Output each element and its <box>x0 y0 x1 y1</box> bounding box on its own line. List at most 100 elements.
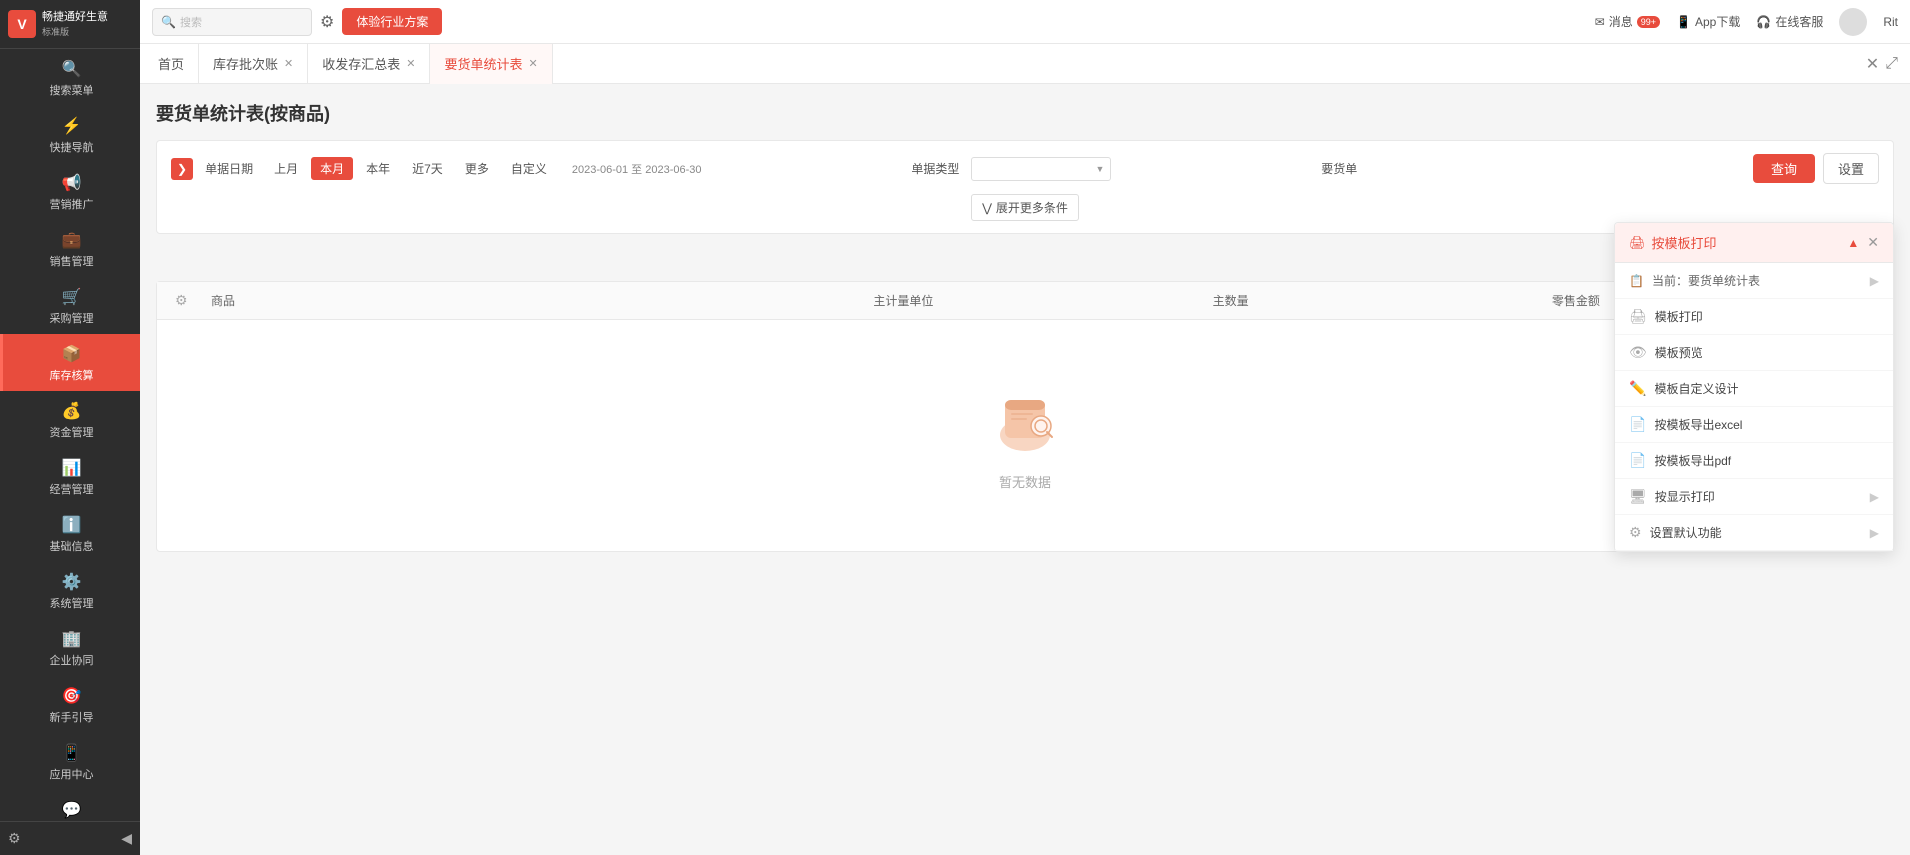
search-icon: 🔍 <box>161 15 176 29</box>
sidebar-item-newbie[interactable]: 🎯新手引导 <box>0 676 140 733</box>
print-menu-export-pdf[interactable]: 📄 按模板导出pdf <box>1615 443 1893 479</box>
export-pdf-icon: 📄 <box>1629 452 1646 469</box>
sidebar-item-enterprise[interactable]: 🏢企业协同 <box>0 619 140 676</box>
expand-filter-button[interactable]: ⋁ 展开更多条件 <box>971 194 1079 221</box>
type-select[interactable] <box>971 157 1111 181</box>
print-menu-default-func[interactable]: ⚙设置默认功能▶ <box>1615 515 1893 551</box>
date-btn-year[interactable]: 本年 <box>357 157 399 180</box>
sidebar-label-shortcut: 快捷导航 <box>50 139 94 155</box>
filter-card: ❯ 单据日期 上月本月本年近7天更多自定义 2023-06-01 至 2023-… <box>156 140 1894 234</box>
sidebar-item-operations[interactable]: 📊经营管理 <box>0 448 140 505</box>
expand-filter-icon: ⋁ <box>982 201 992 215</box>
print-menu-template-print[interactable]: 🖨 模板打印 <box>1615 299 1893 335</box>
sidebar-item-purchase[interactable]: 🛒采购管理 <box>0 277 140 334</box>
date-range-display: 2023-06-01 至 2023-06-30 <box>572 161 702 177</box>
template-custom-icon: ✏️ <box>1629 380 1646 397</box>
empty-text: 暂无数据 <box>999 472 1051 491</box>
sidebar-item-sales[interactable]: 💼销售管理 <box>0 220 140 277</box>
tab-order-stats[interactable]: 要货单统计表 ✕ <box>430 44 552 84</box>
sidebar-label-newbie: 新手引导 <box>50 709 94 725</box>
print-menu-template-preview[interactable]: 👁模板预览 <box>1615 335 1893 371</box>
content-area: 要货单统计表(按商品) ❯ 单据日期 上月本月本年近7天更多自定义 2023-0… <box>140 84 1910 855</box>
query-button[interactable]: 查询 <box>1753 154 1815 183</box>
sales-icon: 💼 <box>62 230 82 250</box>
tab-close-order-stats[interactable]: ✕ <box>529 57 538 70</box>
message-button[interactable]: ✉ 消息 99+ <box>1595 13 1660 30</box>
collapse-icon[interactable]: ◀ <box>121 830 132 847</box>
sidebar-item-marketing[interactable]: 📢营销推广 <box>0 163 140 220</box>
tab-receipt-summary[interactable]: 收发存汇总表✕ <box>308 44 430 84</box>
sidebar-label-appstore: 应用中心 <box>50 766 94 782</box>
display-print-label: 按显示打印 <box>1655 488 1715 505</box>
col-goods: 商品 <box>203 282 865 319</box>
export-pdf-label: 按模板导出pdf <box>1654 452 1731 469</box>
settings-button[interactable]: 设置 <box>1823 153 1879 184</box>
sidebar-item-shortcut[interactable]: ⚡ 快捷导航 <box>0 106 140 163</box>
trial-button[interactable]: 体验行业方案 <box>342 8 442 35</box>
tab-label-order-stats: 要货单统计表 <box>444 54 522 73</box>
date-btn-custom[interactable]: 自定义 <box>502 157 556 180</box>
template-print-label: 模板打印 <box>1655 308 1703 325</box>
wechat-icon: 💬 <box>62 800 82 820</box>
print-menu-template-custom[interactable]: ✏️ 模板自定义设计 <box>1615 371 1893 407</box>
sidebar-item-search[interactable]: 🔍搜索菜单 <box>0 49 140 106</box>
gear-icon[interactable]: ⚙ <box>320 12 334 32</box>
col-settings-icon[interactable]: ⚙ <box>175 292 188 308</box>
current-template-label: 📋 当前：要货单统计表 <box>1629 272 1760 289</box>
username-label: Rit <box>1883 15 1898 29</box>
message-icon: ✉ <box>1595 15 1605 29</box>
date-btn-more[interactable]: 更多 <box>456 157 498 180</box>
close-tab-icon[interactable]: ✕ <box>1866 54 1879 74</box>
print-menu-display-print[interactable]: 🖥按显示打印▶ <box>1615 479 1893 515</box>
date-btn-7days[interactable]: 近7天 <box>403 157 452 180</box>
expand-icon[interactable]: ⤢ <box>1885 55 1898 73</box>
sidebar-item-wechat[interactable]: 💬企业微信 <box>0 790 140 821</box>
export-excel-icon: 📄 <box>1629 416 1646 433</box>
tab-inventory-batch[interactable]: 库存批次账✕ <box>199 44 308 84</box>
online-service-button[interactable]: 🎧 在线客服 <box>1756 13 1823 30</box>
date-btn-current[interactable]: 本月 <box>311 157 353 180</box>
filter-toggle-icon[interactable]: ❯ <box>171 158 193 180</box>
filter-row: ❯ 单据日期 上月本月本年近7天更多自定义 2023-06-01 至 2023-… <box>171 153 1879 184</box>
search-placeholder: 搜索 <box>180 14 202 30</box>
purchase-icon: 🛒 <box>62 287 82 307</box>
system-icon: ⚙️ <box>62 572 82 592</box>
tab-actions: ✕ ⤢ <box>1866 54 1906 74</box>
download-icon: 📱 <box>1676 15 1691 29</box>
main-area: 🔍 搜索 ⚙ 体验行业方案 ✉ 消息 99+ 📱 App下载 🎧 在线客服 Ri… <box>140 0 1910 855</box>
tab-close-inventory-batch[interactable]: ✕ <box>284 57 293 70</box>
finance-icon: 💰 <box>62 401 82 421</box>
display-print-icon: 🖥 <box>1629 488 1647 505</box>
current-arrow-icon[interactable]: ▶ <box>1870 274 1879 288</box>
app-download-button[interactable]: 📱 App下载 <box>1676 13 1740 30</box>
logo-icon: V <box>8 10 36 38</box>
type-filter-label: 单据类型 <box>911 160 959 177</box>
order-type-label: 要货单 <box>1321 160 1357 177</box>
print-dropdown-arrow-icon[interactable]: ▲ <box>1847 236 1859 250</box>
tab-close-receipt-summary[interactable]: ✕ <box>406 57 415 70</box>
print-dropdown-header: 🖨 按模板打印 ▲ ✕ <box>1615 223 1893 263</box>
user-avatar[interactable] <box>1839 8 1867 36</box>
sidebar-item-basic[interactable]: ℹ️基础信息 <box>0 505 140 562</box>
col-check: ⚙ <box>167 282 203 319</box>
shortcut-icon: ⚡ <box>62 116 82 136</box>
sidebar-item-system[interactable]: ⚙️系统管理 <box>0 562 140 619</box>
print-dropdown-close-icon[interactable]: ✕ <box>1867 234 1879 251</box>
app-version: 标准版 <box>42 25 108 38</box>
tab-home[interactable]: 首页 <box>144 44 199 84</box>
sidebar-item-finance[interactable]: 💰资金管理 <box>0 391 140 448</box>
print-menu-export-excel[interactable]: 📄 按模板导出excel <box>1615 407 1893 443</box>
print-dropdown: 🖨 按模板打印 ▲ ✕ 📋 当前：要货单统计表 ▶ 🖨 模板打印 👁模板预览 ✏️ 模板… <box>1614 222 1894 552</box>
sidebar-label-marketing: 营销推广 <box>50 196 94 212</box>
template-custom-label: 模板自定义设计 <box>1654 380 1738 397</box>
current-template-row: 📋 当前：要货单统计表 ▶ <box>1615 263 1893 299</box>
sidebar-bottom: ⚙ ◀ <box>0 821 140 855</box>
search-input[interactable]: 🔍 搜索 <box>152 8 312 36</box>
export-excel-label: 按模板导出excel <box>1654 416 1742 433</box>
template-icon: 📋 <box>1629 274 1644 288</box>
sidebar-item-inventory[interactable]: 📦库存核算 <box>0 334 140 391</box>
settings-icon[interactable]: ⚙ <box>8 830 21 847</box>
date-btn-prev[interactable]: 上月 <box>265 157 307 180</box>
template-print-icon: 🖨 <box>1629 308 1647 325</box>
sidebar-item-appstore[interactable]: 📱应用中心 <box>0 733 140 790</box>
